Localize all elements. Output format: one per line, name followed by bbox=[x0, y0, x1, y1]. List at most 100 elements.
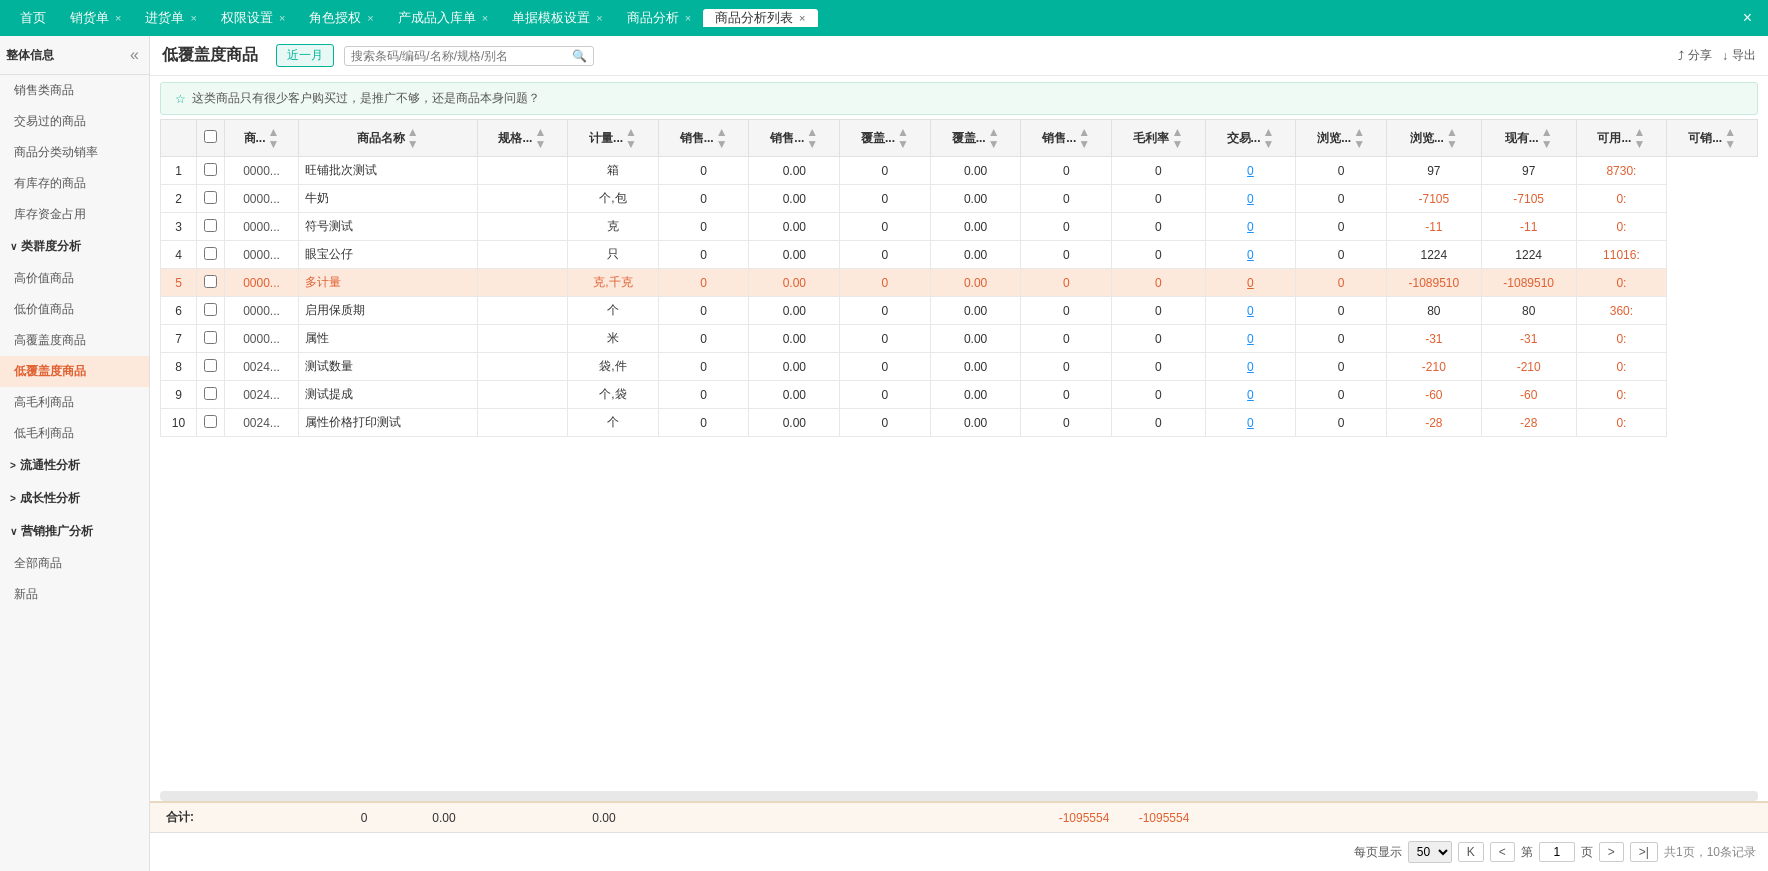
select-all-checkbox[interactable] bbox=[204, 130, 217, 143]
row-checkbox[interactable] bbox=[204, 163, 217, 176]
sidebar-item-商品分类动销率[interactable]: 商品分类动销率 bbox=[0, 137, 149, 168]
sidebar-item-交易过的商品[interactable]: 交易过的商品 bbox=[0, 106, 149, 137]
sidebar-item-低毛利商品[interactable]: 低毛利商品 bbox=[0, 418, 149, 449]
sidebar-section-营销推广分析[interactable]: ∨营销推广分析 bbox=[0, 515, 149, 548]
row-checkbox[interactable] bbox=[204, 359, 217, 372]
sidebar-section-成长性分析[interactable]: >成长性分析 bbox=[0, 482, 149, 515]
nav-close-icon[interactable]: × bbox=[190, 12, 196, 24]
nav-close-icon[interactable]: × bbox=[596, 12, 602, 24]
row-checkbox[interactable] bbox=[204, 387, 217, 400]
next-page-button[interactable]: > bbox=[1599, 842, 1624, 862]
first-page-button[interactable]: K bbox=[1458, 842, 1484, 862]
sidebar-item-高毛利商品[interactable]: 高毛利商品 bbox=[0, 387, 149, 418]
sidebar-section-类群度分析[interactable]: ∨类群度分析 bbox=[0, 230, 149, 263]
th-name[interactable]: 商品名称▲▼ bbox=[298, 120, 477, 157]
sidebar-item-销售类商品[interactable]: 销售类商品 bbox=[0, 75, 149, 106]
cell-link[interactable]: 0 bbox=[1205, 269, 1296, 297]
cell-checkbox[interactable] bbox=[197, 381, 225, 409]
th-coverage1[interactable]: 覆盖...▲▼ bbox=[840, 120, 931, 157]
sidebar-collapse-button[interactable]: « bbox=[126, 44, 143, 66]
sidebar-header: 整体信息 « bbox=[0, 36, 149, 75]
th-code[interactable]: 商...▲▼ bbox=[225, 120, 299, 157]
sidebar-item-高价值商品[interactable]: 高价值商品 bbox=[0, 263, 149, 294]
close-all-tabs-button[interactable]: × bbox=[1735, 9, 1760, 27]
nav-item-商品分析[interactable]: 商品分析× bbox=[615, 9, 703, 27]
nav-item-产成品入库单[interactable]: 产成品入库单× bbox=[386, 9, 500, 27]
nav-item-首页[interactable]: 首页 bbox=[8, 9, 58, 27]
sort-arrows-st2: ▲▼ bbox=[1633, 126, 1645, 150]
cell-link[interactable]: 0 bbox=[1205, 241, 1296, 269]
nav-close-icon[interactable]: × bbox=[367, 12, 373, 24]
row-checkbox[interactable] bbox=[204, 219, 217, 232]
nav-close-icon[interactable]: × bbox=[115, 12, 121, 24]
cell-link[interactable]: 0 bbox=[1205, 325, 1296, 353]
cell-inv3: 0: bbox=[1576, 185, 1667, 213]
cell-link[interactable]: 0 bbox=[1205, 353, 1296, 381]
sidebar-item-低价值商品[interactable]: 低价值商品 bbox=[0, 294, 149, 325]
share-button[interactable]: ⤴ 分享 bbox=[1678, 47, 1712, 64]
last-page-button[interactable]: >| bbox=[1630, 842, 1658, 862]
th-spec[interactable]: 规格...▲▼ bbox=[477, 120, 568, 157]
sidebar-item-有库存的商品[interactable]: 有库存的商品 bbox=[0, 168, 149, 199]
sidebar-item-高覆盖度商品[interactable]: 高覆盖度商品 bbox=[0, 325, 149, 356]
th-sales3[interactable]: 销售...▲▼ bbox=[1021, 120, 1112, 157]
nav-close-icon[interactable]: × bbox=[279, 12, 285, 24]
cell-link[interactable]: 0 bbox=[1205, 213, 1296, 241]
time-filter-button[interactable]: 近一月 bbox=[276, 44, 334, 67]
cell-link[interactable]: 0 bbox=[1205, 381, 1296, 409]
row-checkbox[interactable] bbox=[204, 415, 217, 428]
cell-checkbox[interactable] bbox=[197, 241, 225, 269]
cell-link[interactable]: 0 bbox=[1205, 185, 1296, 213]
row-checkbox[interactable] bbox=[204, 191, 217, 204]
sidebar-item-新品[interactable]: 新品 bbox=[0, 579, 149, 610]
th-grossmargin[interactable]: 毛利率▲▼ bbox=[1112, 120, 1206, 157]
th-views2[interactable]: 浏览...▲▼ bbox=[1386, 120, 1481, 157]
export-button[interactable]: ↓ 导出 bbox=[1722, 47, 1756, 64]
th-transactions[interactable]: 交易...▲▼ bbox=[1205, 120, 1296, 157]
search-input[interactable] bbox=[351, 49, 568, 63]
row-checkbox[interactable] bbox=[204, 275, 217, 288]
cell-checkbox[interactable] bbox=[197, 353, 225, 381]
cell-checkbox[interactable] bbox=[197, 269, 225, 297]
cell-link[interactable]: 0 bbox=[1205, 297, 1296, 325]
cell-checkbox[interactable] bbox=[197, 157, 225, 185]
page-number-input[interactable] bbox=[1539, 842, 1575, 862]
sidebar-item-库存资金占用[interactable]: 库存资金占用 bbox=[0, 199, 149, 230]
th-coverage2[interactable]: 覆盖...▲▼ bbox=[930, 120, 1021, 157]
nav-item-单据模板设置[interactable]: 单据模板设置× bbox=[500, 9, 614, 27]
nav-item-角色授权[interactable]: 角色授权× bbox=[297, 9, 385, 27]
th-stock3[interactable]: 可销...▲▼ bbox=[1667, 120, 1758, 157]
nav-close-icon[interactable]: × bbox=[799, 12, 805, 24]
cell-checkbox[interactable] bbox=[197, 297, 225, 325]
cell-rownum: 6 bbox=[161, 297, 197, 325]
cell-checkbox[interactable] bbox=[197, 213, 225, 241]
row-checkbox[interactable] bbox=[204, 331, 217, 344]
horizontal-scrollbar[interactable] bbox=[160, 791, 1758, 801]
cell-checkbox[interactable] bbox=[197, 409, 225, 437]
nav-item-权限设置[interactable]: 权限设置× bbox=[209, 9, 297, 27]
nav-close-icon[interactable]: × bbox=[482, 12, 488, 24]
sidebar-section-流通性分析[interactable]: >流通性分析 bbox=[0, 449, 149, 482]
row-checkbox[interactable] bbox=[204, 303, 217, 316]
cell-checkbox[interactable] bbox=[197, 325, 225, 353]
sort-arrows-tx: ▲▼ bbox=[1263, 126, 1275, 150]
nav-close-icon[interactable]: × bbox=[685, 12, 691, 24]
sidebar-item-全部商品[interactable]: 全部商品 bbox=[0, 548, 149, 579]
th-sales1[interactable]: 销售...▲▼ bbox=[658, 120, 749, 157]
row-checkbox[interactable] bbox=[204, 247, 217, 260]
cell-checkbox[interactable] bbox=[197, 185, 225, 213]
th-views1[interactable]: 浏览...▲▼ bbox=[1296, 120, 1387, 157]
th-checkbox[interactable] bbox=[197, 120, 225, 157]
th-stock1[interactable]: 现有...▲▼ bbox=[1481, 120, 1576, 157]
per-page-select[interactable]: 50 bbox=[1408, 841, 1452, 863]
th-unit[interactable]: 计量...▲▼ bbox=[568, 120, 659, 157]
cell-link[interactable]: 0 bbox=[1205, 157, 1296, 185]
cell-link[interactable]: 0 bbox=[1205, 409, 1296, 437]
th-stock2[interactable]: 可用...▲▼ bbox=[1576, 120, 1667, 157]
nav-item-进货单[interactable]: 进货单× bbox=[133, 9, 208, 27]
th-sales2[interactable]: 销售...▲▼ bbox=[749, 120, 840, 157]
sidebar-item-低覆盖度商品[interactable]: 低覆盖度商品 bbox=[0, 356, 149, 387]
prev-page-button[interactable]: < bbox=[1490, 842, 1515, 862]
nav-item-销货单[interactable]: 销货单× bbox=[58, 9, 133, 27]
nav-item-商品分析列表[interactable]: 商品分析列表× bbox=[703, 9, 817, 27]
